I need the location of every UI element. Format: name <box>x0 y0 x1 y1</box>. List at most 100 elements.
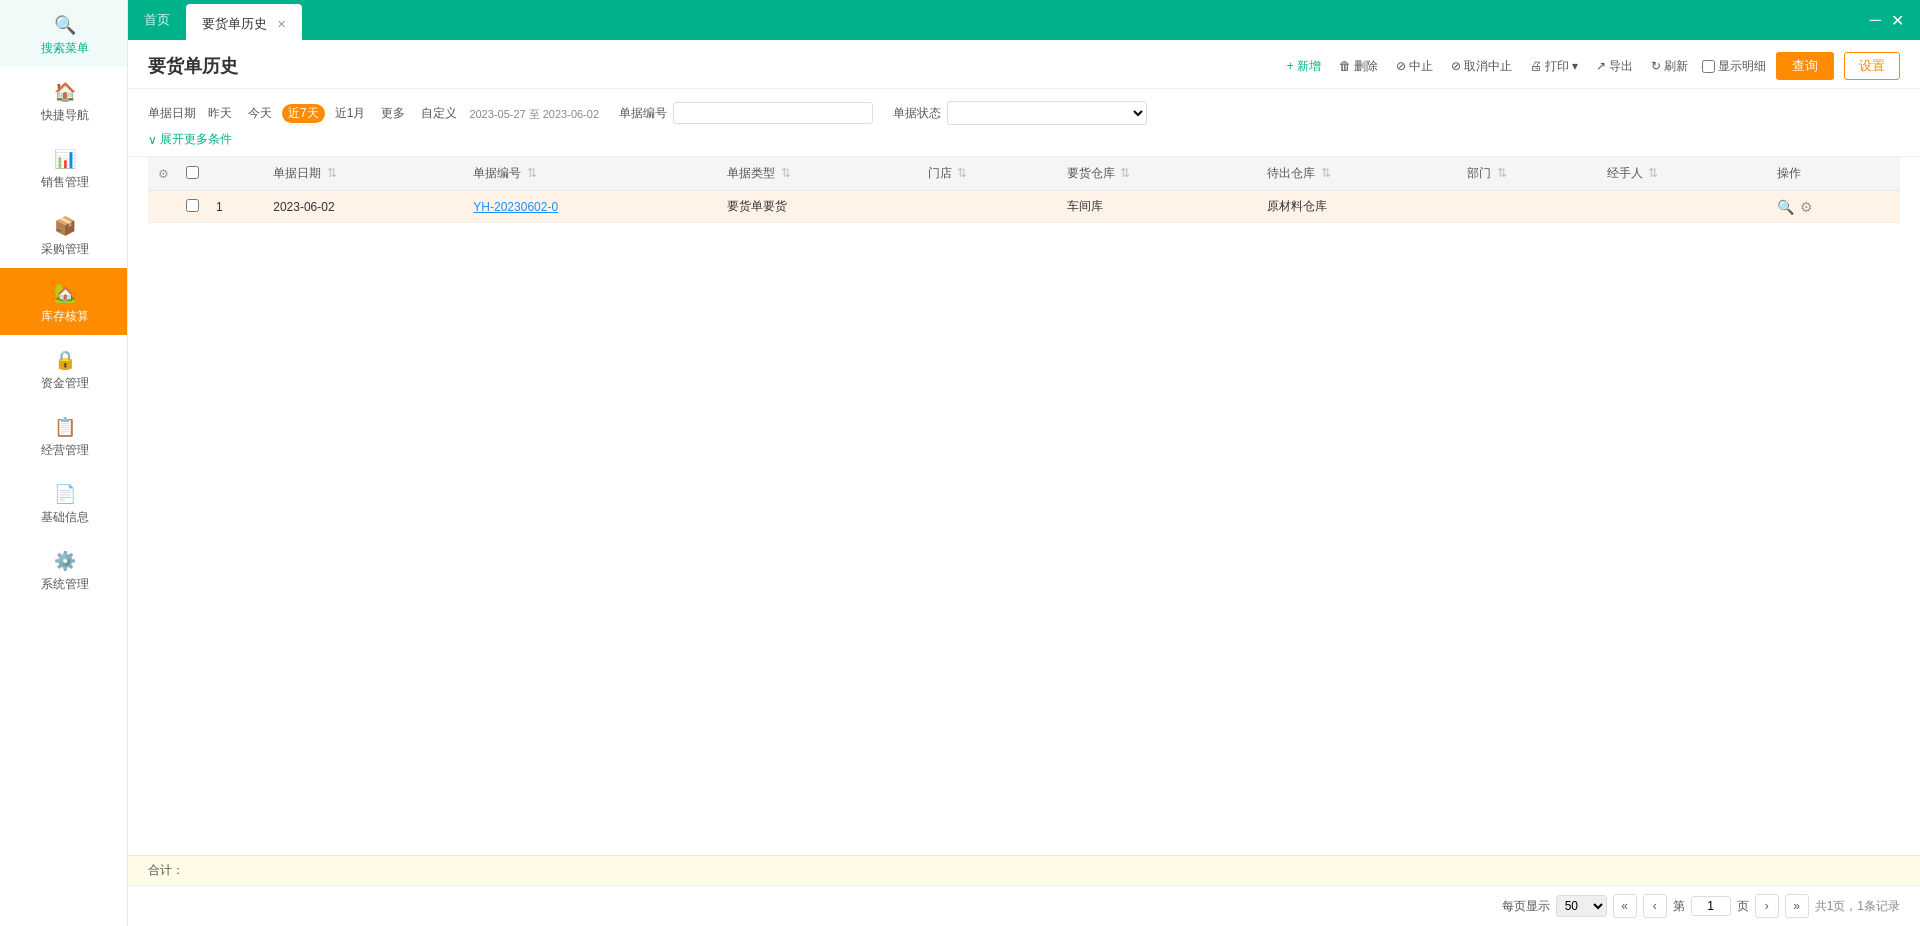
next-page-btn[interactable]: › <box>1755 894 1779 918</box>
last-page-btn[interactable]: » <box>1785 894 1809 918</box>
total-info: 共1页，1条记录 <box>1815 898 1900 915</box>
row-req-warehouse: 车间库 <box>1059 191 1259 223</box>
print-button[interactable]: 🖨 打印 ▾ <box>1526 56 1582 77</box>
inventory-icon: 🏡 <box>54 282 76 304</box>
status-label: 单据状态 <box>893 105 941 122</box>
tab-order-history-label: 要货单历史 <box>202 15 267 33</box>
orders-table: ⚙ 单据日期 ⇅ 单据编号 ⇅ <box>148 157 1900 223</box>
page-prefix-label: 第 <box>1673 898 1685 915</box>
current-page-input[interactable]: 1 <box>1691 896 1731 916</box>
col-type[interactable]: 单据类型 ⇅ <box>719 157 919 191</box>
filter-order-no: 单据编号 <box>619 102 873 124</box>
date-btn-yesterday[interactable]: 昨天 <box>202 104 238 123</box>
edit-action-icon[interactable]: ⚙ <box>1800 199 1813 215</box>
date-btn-custom[interactable]: 自定义 <box>415 104 463 123</box>
sidebar-item-quick-nav[interactable]: 🏠 快捷导航 <box>0 67 127 134</box>
page: 要货单历史 + 新增 🗑 删除 ⊘ 中止 ⊘ 取消中止 🖨 打印 <box>128 40 1920 926</box>
cancel-stop-button[interactable]: ⊘ 取消中止 <box>1447 56 1516 77</box>
date-btn-last7days[interactable]: 近7天 <box>282 104 325 123</box>
view-action-icon[interactable]: 🔍 <box>1777 199 1794 215</box>
expand-filter-btn[interactable]: ∨ 展开更多条件 <box>148 131 1900 148</box>
sidebar-item-label: 采购管理 <box>41 241 89 258</box>
store-sort-icon: ⇅ <box>957 166 967 180</box>
per-page-label: 每页显示 <box>1502 898 1550 915</box>
sidebar-item-label: 销售管理 <box>41 174 89 191</box>
status-select[interactable] <box>947 101 1147 125</box>
sidebar-item-basic-info[interactable]: 📄 基础信息 <box>0 469 127 536</box>
col-number <box>208 157 265 191</box>
col-order-no[interactable]: 单据编号 ⇅ <box>465 157 719 191</box>
quick-nav-icon: 🏠 <box>54 81 76 103</box>
sidebar-item-label: 快捷导航 <box>41 107 89 124</box>
tab-home-label: 首页 <box>144 11 170 29</box>
req-warehouse-sort-icon: ⇅ <box>1120 166 1130 180</box>
stop-icon: ⊘ <box>1396 59 1406 73</box>
refresh-label: 刷新 <box>1664 58 1688 75</box>
col-handler[interactable]: 经手人 ⇅ <box>1599 157 1769 191</box>
row-department <box>1459 191 1599 223</box>
sidebar-item-finance[interactable]: 🔒 资金管理 <box>0 335 127 402</box>
col-date[interactable]: 单据日期 ⇅ <box>265 157 465 191</box>
sidebar-item-label: 资金管理 <box>41 375 89 392</box>
sidebar-item-operations[interactable]: 📋 经营管理 <box>0 402 127 469</box>
row-select-checkbox[interactable] <box>186 199 199 212</box>
order-no-label: 单据编号 <box>619 105 667 122</box>
export-label: 导出 <box>1609 58 1633 75</box>
settings-button[interactable]: 设置 <box>1844 52 1900 80</box>
col-req-warehouse[interactable]: 要货仓库 ⇅ <box>1059 157 1259 191</box>
col-pending-warehouse[interactable]: 待出仓库 ⇅ <box>1259 157 1459 191</box>
tab-close-icon[interactable]: ✕ <box>277 18 286 31</box>
export-button[interactable]: ↗ 导出 <box>1592 56 1637 77</box>
col-settings[interactable]: ⚙ <box>148 157 178 191</box>
date-btn-group: 昨天 今天 近7天 近1月 更多 自定义 <box>202 104 463 123</box>
sidebar-item-label: 搜索菜单 <box>41 40 89 57</box>
filter-date: 单据日期 昨天 今天 近7天 近1月 更多 自定义 2023-05-27 至 2… <box>148 104 599 123</box>
export-icon: ↗ <box>1596 59 1606 73</box>
table-header-row: ⚙ 单据日期 ⇅ 单据编号 ⇅ <box>148 157 1900 191</box>
action-icon-group: 🔍 ⚙ <box>1777 199 1892 215</box>
page-title: 要货单历史 <box>148 54 1283 78</box>
sidebar-item-purchase[interactable]: 📦 采购管理 <box>0 201 127 268</box>
prev-page-btn[interactable]: ‹ <box>1643 894 1667 918</box>
tab-order-history[interactable]: 要货单历史 ✕ <box>186 4 302 44</box>
stop-button[interactable]: ⊘ 中止 <box>1392 56 1437 77</box>
sidebar-item-sales[interactable]: 📊 销售管理 <box>0 134 127 201</box>
sidebar-item-system[interactable]: ⚙️ 系统管理 <box>0 536 127 603</box>
topbar-right: ─ ✕ <box>1870 11 1920 30</box>
first-page-btn[interactable]: « <box>1613 894 1637 918</box>
close-window-icon[interactable]: ✕ <box>1891 11 1904 30</box>
sidebar-item-inventory[interactable]: 🏡 库存核算 <box>0 268 127 335</box>
date-filter-label: 单据日期 <box>148 105 196 122</box>
sidebar-item-label: 库存核算 <box>41 308 89 325</box>
topbar: 首页 要货单历史 ✕ ─ ✕ <box>128 0 1920 40</box>
order-no-input[interactable] <box>673 102 873 124</box>
tab-home[interactable]: 首页 <box>128 0 186 40</box>
display-detail-checkbox[interactable] <box>1702 60 1715 73</box>
select-all-checkbox[interactable] <box>186 166 199 179</box>
col-store[interactable]: 门店 ⇅ <box>920 157 1060 191</box>
date-btn-today[interactable]: 今天 <box>242 104 278 123</box>
row-settings <box>148 191 178 223</box>
row-number: 1 <box>208 191 265 223</box>
delete-button[interactable]: 🗑 删除 <box>1335 56 1382 77</box>
sales-icon: 📊 <box>54 148 76 170</box>
query-button[interactable]: 查询 <box>1776 52 1834 80</box>
date-btn-more[interactable]: 更多 <box>375 104 411 123</box>
sidebar-item-label: 基础信息 <box>41 509 89 526</box>
new-button[interactable]: + 新增 <box>1283 56 1325 77</box>
print-icon: 🖨 <box>1530 59 1542 73</box>
col-department[interactable]: 部门 ⇅ <box>1459 157 1599 191</box>
type-sort-icon: ⇅ <box>781 166 791 180</box>
row-order-no-link[interactable]: YH-20230602-0 <box>473 200 558 214</box>
toolbar: + 新增 🗑 删除 ⊘ 中止 ⊘ 取消中止 🖨 打印 ▾ <box>1283 52 1900 80</box>
minimize-icon[interactable]: ─ <box>1870 11 1881 29</box>
expand-icon: ∨ <box>148 133 157 147</box>
per-page-select[interactable]: 50 100 200 <box>1556 895 1607 917</box>
system-icon: ⚙️ <box>54 550 76 572</box>
date-btn-last1month[interactable]: 近1月 <box>329 104 372 123</box>
display-detail-toggle[interactable]: 显示明细 <box>1702 58 1766 75</box>
page-suffix-label: 页 <box>1737 898 1749 915</box>
sidebar-item-search-menu[interactable]: 🔍 搜索菜单 <box>0 0 127 67</box>
refresh-button[interactable]: ↻ 刷新 <box>1647 56 1692 77</box>
date-range-display: 2023-05-27 至 2023-06-02 <box>469 107 599 122</box>
